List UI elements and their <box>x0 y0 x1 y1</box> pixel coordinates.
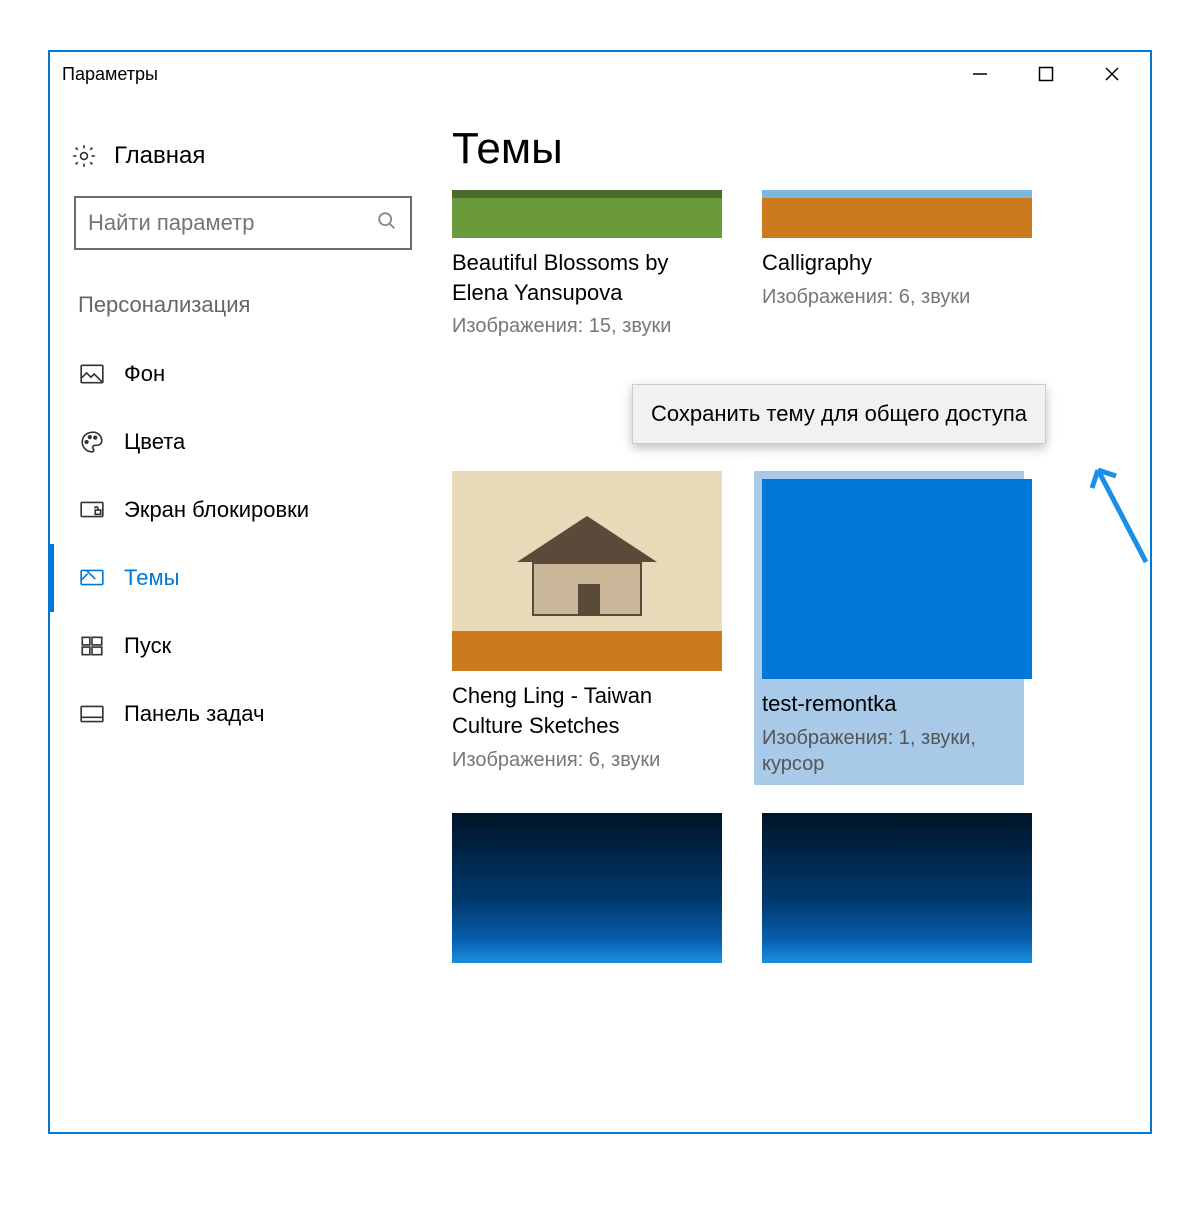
taskbar-icon <box>78 700 106 728</box>
search-box[interactable] <box>74 196 412 250</box>
sidebar: Главная Персонализация Фон Цвета <box>50 96 432 1132</box>
sidebar-item-label: Темы <box>124 565 179 591</box>
content-area: Темы Beautiful Blossoms by Elena Yansupo… <box>432 96 1150 1132</box>
theme-thumbnail <box>452 813 722 963</box>
sidebar-item-background[interactable]: Фон <box>66 340 420 408</box>
theme-card[interactable] <box>762 813 1032 963</box>
theme-thumbnail <box>452 190 722 238</box>
theme-meta: Изображения: 1, звуки, курсор <box>762 725 1016 777</box>
theme-card-selected[interactable]: test-remontka Изображения: 1, звуки, кур… <box>754 471 1024 785</box>
titlebar: Параметры <box>50 52 1150 96</box>
theme-card[interactable]: Calligraphy Изображения: 6, звуки <box>762 190 1032 339</box>
theme-name: Cheng Ling - Taiwan Culture Sketches <box>452 681 722 740</box>
themes-icon <box>78 564 106 592</box>
sidebar-item-taskbar[interactable]: Панель задач <box>66 680 420 748</box>
theme-name: Calligraphy <box>762 248 1032 278</box>
sidebar-item-label: Панель задач <box>124 701 265 727</box>
theme-name: test-remontka <box>762 689 1016 719</box>
sidebar-item-lockscreen[interactable]: Экран блокировки <box>66 476 420 544</box>
maximize-button[interactable] <box>1030 58 1062 90</box>
search-input[interactable] <box>88 210 376 236</box>
theme-thumbnail <box>452 471 722 671</box>
minimize-button[interactable] <box>964 58 996 90</box>
context-menu-item-save-theme[interactable]: Сохранить тему для общего доступа <box>651 401 1027 427</box>
sidebar-item-start[interactable]: Пуск <box>66 612 420 680</box>
sidebar-item-label: Цвета <box>124 429 185 455</box>
theme-thumbnail <box>762 813 1032 963</box>
theme-card[interactable]: Cheng Ling - Taiwan Culture Sketches Изо… <box>452 471 722 777</box>
theme-thumbnail <box>762 190 1032 238</box>
sidebar-item-label: Фон <box>124 361 165 387</box>
start-icon <box>78 632 106 660</box>
theme-card[interactable] <box>452 813 722 963</box>
search-icon <box>376 210 398 237</box>
home-label: Главная <box>114 142 205 170</box>
sidebar-item-themes[interactable]: Темы <box>50 544 420 612</box>
theme-meta: Изображения: 6, звуки <box>762 284 1032 310</box>
context-menu: Сохранить тему для общего доступа <box>632 384 1046 444</box>
palette-icon <box>78 428 106 456</box>
annotation-arrow <box>1086 452 1150 577</box>
window-title: Параметры <box>62 64 158 85</box>
sidebar-item-label: Экран блокировки <box>124 497 309 523</box>
close-button[interactable] <box>1096 58 1128 90</box>
lockscreen-icon <box>78 496 106 524</box>
sidebar-item-label: Пуск <box>124 633 171 659</box>
sidebar-item-colors[interactable]: Цвета <box>66 408 420 476</box>
picture-icon <box>78 360 106 388</box>
section-label: Персонализация <box>66 282 420 340</box>
theme-meta: Изображения: 15, звуки <box>452 313 722 339</box>
home-nav[interactable]: Главная <box>66 136 420 188</box>
page-title: Темы <box>452 124 1130 174</box>
gear-icon <box>70 142 98 170</box>
theme-name: Beautiful Blossoms by Elena Yansupova <box>452 248 722 307</box>
theme-thumbnail <box>762 479 1032 679</box>
theme-card[interactable]: Beautiful Blossoms by Elena Yansupova Из… <box>452 190 722 339</box>
theme-meta: Изображения: 6, звуки <box>452 747 722 773</box>
